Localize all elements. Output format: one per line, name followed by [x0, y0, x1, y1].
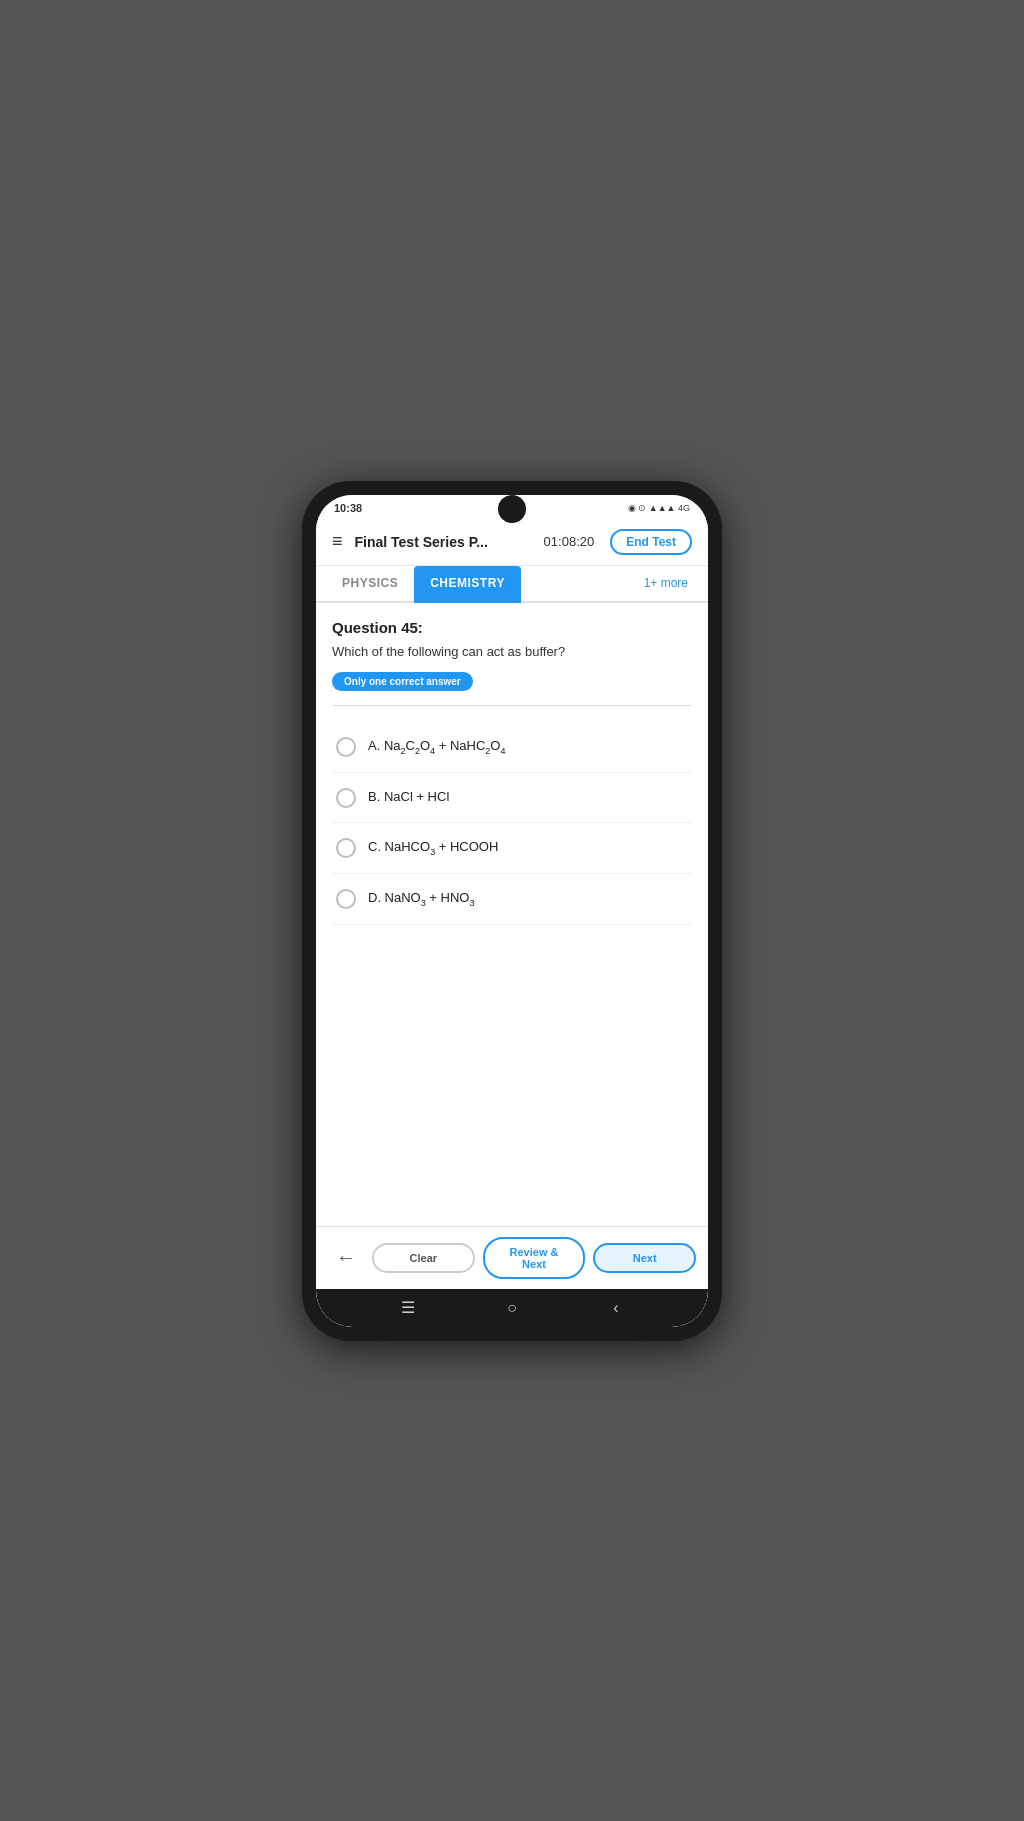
- tabs-bar: PHYSICS CHEMISTRY 1+ more: [316, 566, 708, 603]
- radio-b[interactable]: [336, 788, 356, 808]
- end-test-button[interactable]: End Test: [610, 529, 692, 555]
- option-b[interactable]: B. NaCl + HCl: [332, 773, 692, 823]
- system-nav-bar: ☰ ○ ‹: [316, 1289, 708, 1327]
- tab-chemistry[interactable]: CHEMISTRY: [414, 566, 521, 603]
- radio-c[interactable]: [336, 838, 356, 858]
- option-c-text: C. NaHCO3 + HCOOH: [368, 837, 498, 859]
- option-d[interactable]: D. NaNO3 + HNO3: [332, 874, 692, 925]
- system-back-icon[interactable]: ‹: [605, 1297, 627, 1319]
- option-d-text: D. NaNO3 + HNO3: [368, 888, 474, 910]
- review-next-button[interactable]: Review & Next: [483, 1237, 586, 1279]
- system-menu-icon[interactable]: ☰: [397, 1297, 419, 1319]
- option-a-text: A. Na2C2O4 + NaHC2O4: [368, 736, 505, 758]
- question-number: Question 45:: [332, 619, 692, 636]
- camera-notch: [498, 495, 526, 523]
- hamburger-icon[interactable]: ≡: [332, 531, 343, 552]
- option-c[interactable]: C. NaHCO3 + HCOOH: [332, 823, 692, 874]
- content-area: Question 45: Which of the following can …: [316, 603, 708, 1226]
- option-b-text: B. NaCl + HCl: [368, 787, 449, 808]
- clear-button[interactable]: Clear: [372, 1243, 475, 1273]
- tab-more[interactable]: 1+ more: [634, 566, 698, 601]
- status-time: 10:38: [334, 502, 362, 514]
- header-title: Final Test Series P...: [355, 534, 536, 550]
- question-text: Which of the following can act as buffer…: [332, 642, 692, 662]
- tab-physics[interactable]: PHYSICS: [326, 566, 414, 603]
- radio-d[interactable]: [336, 889, 356, 909]
- phone-device: 10:38 ◉ ⊙ ▲▲▲ 4G ≡ Final Test Series P..…: [302, 481, 722, 1341]
- back-button[interactable]: ←: [328, 1242, 364, 1273]
- answer-type-badge: Only one correct answer: [332, 672, 473, 691]
- system-home-icon[interactable]: ○: [501, 1297, 523, 1319]
- header: ≡ Final Test Series P... 01:08:20 End Te…: [316, 519, 708, 566]
- divider: [332, 705, 692, 706]
- timer-display: 01:08:20: [544, 534, 595, 549]
- bottom-nav: ← Clear Review & Next Next: [316, 1226, 708, 1289]
- option-a[interactable]: A. Na2C2O4 + NaHC2O4: [332, 722, 692, 773]
- radio-a[interactable]: [336, 737, 356, 757]
- status-icons: ◉ ⊙ ▲▲▲ 4G: [628, 503, 690, 513]
- next-button[interactable]: Next: [593, 1243, 696, 1273]
- phone-screen: 10:38 ◉ ⊙ ▲▲▲ 4G ≡ Final Test Series P..…: [316, 495, 708, 1327]
